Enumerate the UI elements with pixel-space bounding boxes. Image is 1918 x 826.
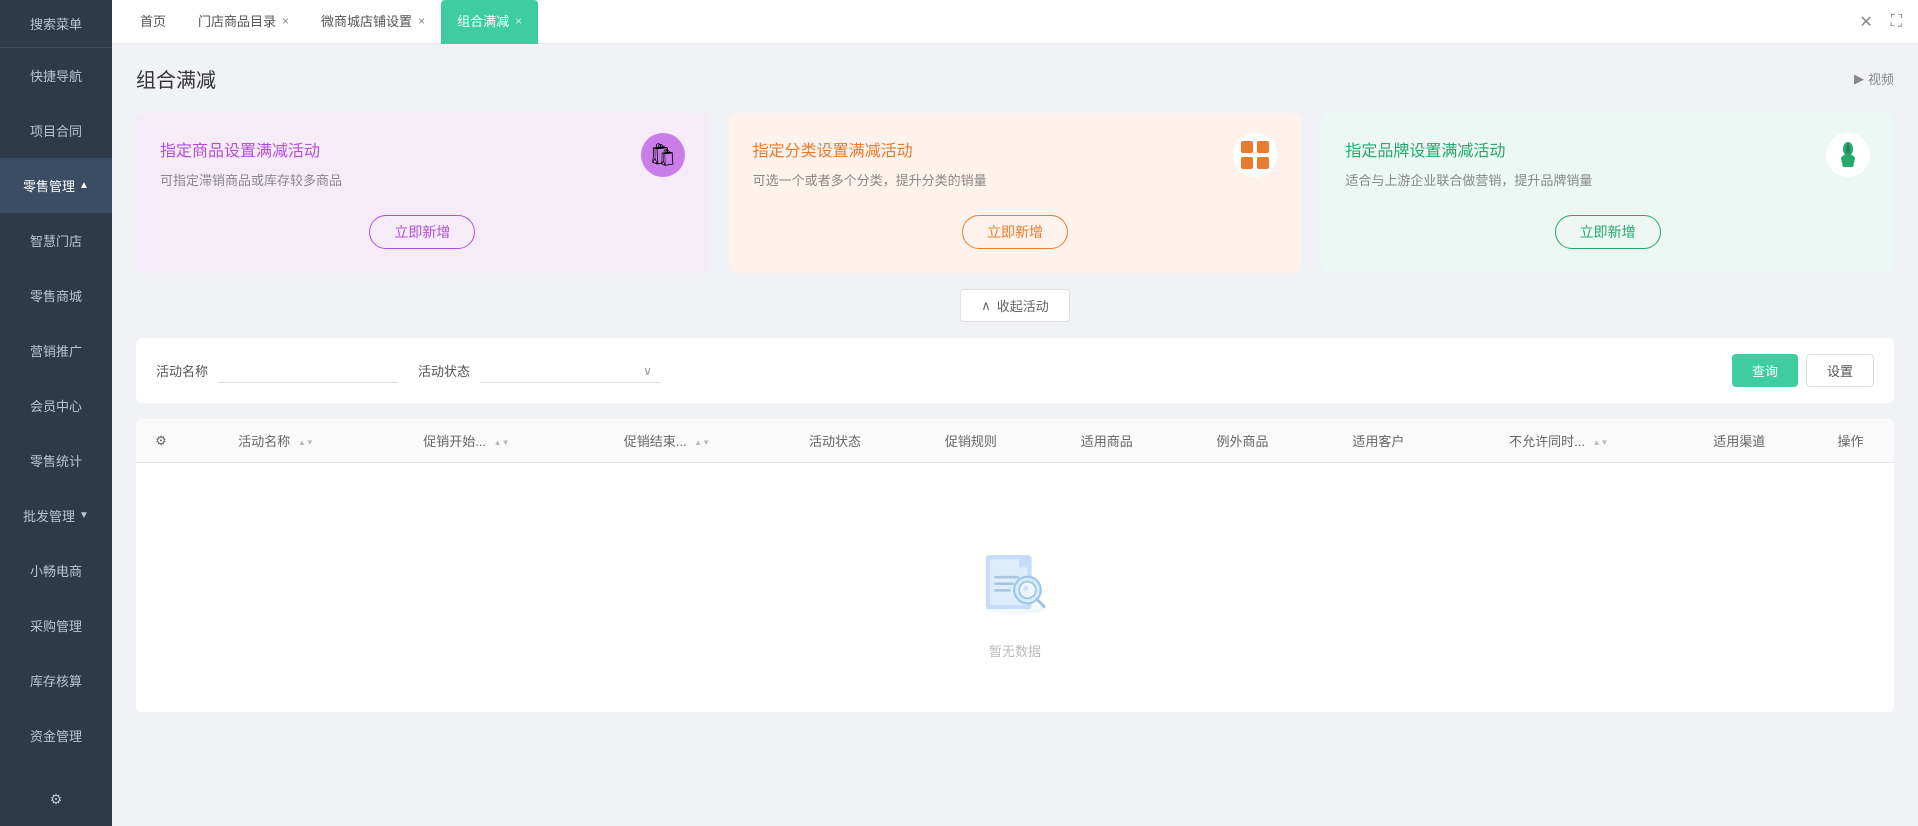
collapse-icon: ∧ bbox=[981, 298, 991, 314]
sidebar-settings-btn[interactable]: ⚙ bbox=[0, 773, 112, 826]
sidebar-item-smart-store[interactable]: 智慧门店 bbox=[0, 213, 112, 268]
close-window-btn[interactable]: ✕ bbox=[1855, 8, 1876, 36]
sidebar-item-retail-stats[interactable]: 零售统计 bbox=[0, 433, 112, 488]
tab-store-catalog[interactable]: 门店商品目录 × bbox=[182, 0, 305, 44]
th-status: 活动状态 bbox=[767, 419, 903, 463]
query-button[interactable]: 查询 bbox=[1732, 354, 1798, 387]
sidebar-item-search-menu[interactable]: 搜索菜单 bbox=[0, 0, 112, 48]
th-no-concurrent: 不允许同时... ▲▼ bbox=[1446, 419, 1671, 463]
close-icon-ministore-settings[interactable]: × bbox=[418, 15, 425, 27]
settings-icon[interactable]: ⚙ bbox=[155, 433, 167, 448]
category-card-desc: 可选一个或者多个分类，提升分类的销量 bbox=[753, 171, 1278, 201]
shopping-bag-icon: 🛍 bbox=[649, 142, 677, 168]
video-link[interactable]: ▶ 视频 bbox=[1854, 69, 1894, 88]
activity-name-field: 活动名称 bbox=[156, 359, 398, 383]
main-area: 首页 门店商品目录 × 微商城店铺设置 × 组合满减 × ✕ ⛶ 组合满减 ▶ … bbox=[112, 0, 1918, 826]
empty-illustration bbox=[965, 535, 1065, 625]
content-area: 组合满减 ▶ 视频 指定商品设置满减活动 🛍 可指定滞销商品或库存较多商品 立即… bbox=[112, 44, 1918, 826]
brand-activity-card: 指定品牌设置满减活动 适合与上游企业联合做营销，提升品牌销量 立即新增 bbox=[1321, 113, 1894, 273]
sidebar-item-xiaochange[interactable]: 小畅电商 bbox=[0, 543, 112, 598]
sort-icons-start[interactable]: ▲▼ bbox=[494, 439, 510, 447]
activity-name-input[interactable] bbox=[218, 359, 398, 383]
activity-status-wrapper: ∨ bbox=[480, 359, 660, 383]
sidebar-item-retail-mall[interactable]: 零售商城 bbox=[0, 268, 112, 323]
activity-status-field: 活动状态 ∨ bbox=[418, 359, 660, 383]
brand-card-desc: 适合与上游企业联合做营销，提升品牌销量 bbox=[1345, 171, 1870, 201]
th-applicable-channel: 适用渠道 bbox=[1671, 419, 1807, 463]
th-settings: ⚙ bbox=[136, 419, 186, 463]
th-promo-end: 促销结束... ▲▼ bbox=[567, 419, 768, 463]
activity-cards: 指定商品设置满减活动 🛍 可指定滞销商品或库存较多商品 立即新增 指定分类设置满… bbox=[136, 113, 1894, 273]
sidebar-item-member-center[interactable]: 会员中心 bbox=[0, 378, 112, 433]
brand-card-title: 指定品牌设置满减活动 bbox=[1345, 137, 1870, 161]
sort-icons-end[interactable]: ▲▼ bbox=[694, 439, 710, 447]
data-table-wrapper: ⚙ 活动名称 ▲▼ 促销开始... ▲▼ 促销结束... ▲▼ bbox=[136, 419, 1894, 713]
page-title: 组合满减 bbox=[136, 64, 216, 93]
sidebar-item-inventory[interactable]: 库存核算 bbox=[0, 653, 112, 708]
th-promo-rule: 促销规则 bbox=[903, 419, 1039, 463]
close-icon-store-catalog[interactable]: × bbox=[282, 15, 289, 27]
product-activity-card: 指定商品设置满减活动 🛍 可指定滞销商品或库存较多商品 立即新增 bbox=[136, 113, 709, 273]
th-activity-name: 活动名称 ▲▼ bbox=[186, 419, 366, 463]
tab-bar-controls: ✕ ⛶ bbox=[1855, 8, 1906, 36]
product-card-add-btn[interactable]: 立即新增 bbox=[369, 215, 475, 249]
product-card-desc: 可指定滞销商品或库存较多商品 bbox=[160, 171, 685, 201]
play-icon: ▶ bbox=[1854, 71, 1864, 87]
search-buttons: 查询 设置 bbox=[1732, 354, 1874, 387]
tab-bar: 首页 门店商品目录 × 微商城店铺设置 × 组合满减 × ✕ ⛶ bbox=[112, 0, 1918, 44]
th-applicable-goods: 适用商品 bbox=[1039, 419, 1175, 463]
brand-card-add-btn[interactable]: 立即新增 bbox=[1555, 215, 1661, 249]
tab-home[interactable]: 首页 bbox=[124, 0, 182, 44]
th-exception-goods: 例外商品 bbox=[1175, 419, 1311, 463]
sort-icons-name[interactable]: ▲▼ bbox=[298, 439, 314, 447]
activity-status-label: 活动状态 bbox=[418, 361, 470, 380]
expand-window-btn[interactable]: ⛶ bbox=[1887, 9, 1906, 35]
search-bar: 活动名称 活动状态 ∨ 查询 设置 bbox=[136, 338, 1894, 403]
empty-state: 暂无数据 bbox=[146, 475, 1884, 700]
tab-combo-discount[interactable]: 组合满减 × bbox=[441, 0, 538, 44]
sidebar-item-marketing[interactable]: 营销推广 bbox=[0, 323, 112, 378]
sidebar-item-finance[interactable]: 资金管理 bbox=[0, 708, 112, 763]
table-body: 暂无数据 bbox=[136, 463, 1894, 713]
category-card-add-btn[interactable]: 立即新增 bbox=[962, 215, 1068, 249]
category-card-title: 指定分类设置满减活动 bbox=[753, 137, 1278, 161]
sidebar: 搜索菜单 快捷导航 项目合同 零售管理 ▲ 智慧门店 零售商城 营销推广 会员中… bbox=[0, 0, 112, 826]
activity-name-label: 活动名称 bbox=[156, 361, 208, 380]
tab-ministore-settings[interactable]: 微商城店铺设置 × bbox=[305, 0, 441, 44]
collapse-bar: ∧ 收起活动 bbox=[136, 289, 1894, 322]
sidebar-item-retail-mgmt[interactable]: 零售管理 ▲ bbox=[0, 158, 112, 213]
product-card-title: 指定商品设置满减活动 bbox=[160, 137, 685, 161]
th-promo-start: 促销开始... ▲▼ bbox=[366, 419, 567, 463]
sidebar-item-quick-nav[interactable]: 快捷导航 bbox=[0, 48, 112, 103]
chevron-up-icon: ▲ bbox=[79, 180, 89, 191]
brand-card-icon bbox=[1826, 133, 1870, 177]
th-applicable-customer: 适用客户 bbox=[1310, 419, 1446, 463]
collapse-activity-btn[interactable]: ∧ 收起活动 bbox=[960, 289, 1070, 322]
close-icon-combo-discount[interactable]: × bbox=[515, 15, 522, 27]
empty-state-cell: 暂无数据 bbox=[136, 463, 1894, 713]
sidebar-item-project-contract[interactable]: 项目合同 bbox=[0, 103, 112, 158]
chevron-down-icon: ▼ bbox=[79, 510, 89, 521]
settings-button[interactable]: 设置 bbox=[1806, 354, 1874, 387]
page-header: 组合满减 ▶ 视频 bbox=[136, 64, 1894, 93]
activity-status-select[interactable] bbox=[480, 359, 660, 383]
sort-icons-concurrent[interactable]: ▲▼ bbox=[1593, 439, 1609, 447]
data-table: ⚙ 活动名称 ▲▼ 促销开始... ▲▼ 促销结束... ▲▼ bbox=[136, 419, 1894, 713]
sidebar-item-purchase-mgmt[interactable]: 采购管理 bbox=[0, 598, 112, 653]
gear-icon: ⚙ bbox=[50, 791, 63, 807]
sidebar-item-wholesale-mgmt[interactable]: 批发管理 ▼ bbox=[0, 488, 112, 543]
product-card-icon: 🛍 bbox=[641, 133, 685, 177]
category-activity-card: 指定分类设置满减活动 可选一个或者多个分类，提升分类的销量 立即新增 bbox=[729, 113, 1302, 273]
table-header: ⚙ 活动名称 ▲▼ 促销开始... ▲▼ 促销结束... ▲▼ bbox=[136, 419, 1894, 463]
th-operation: 操作 bbox=[1807, 419, 1894, 463]
empty-text: 暂无数据 bbox=[989, 641, 1041, 660]
